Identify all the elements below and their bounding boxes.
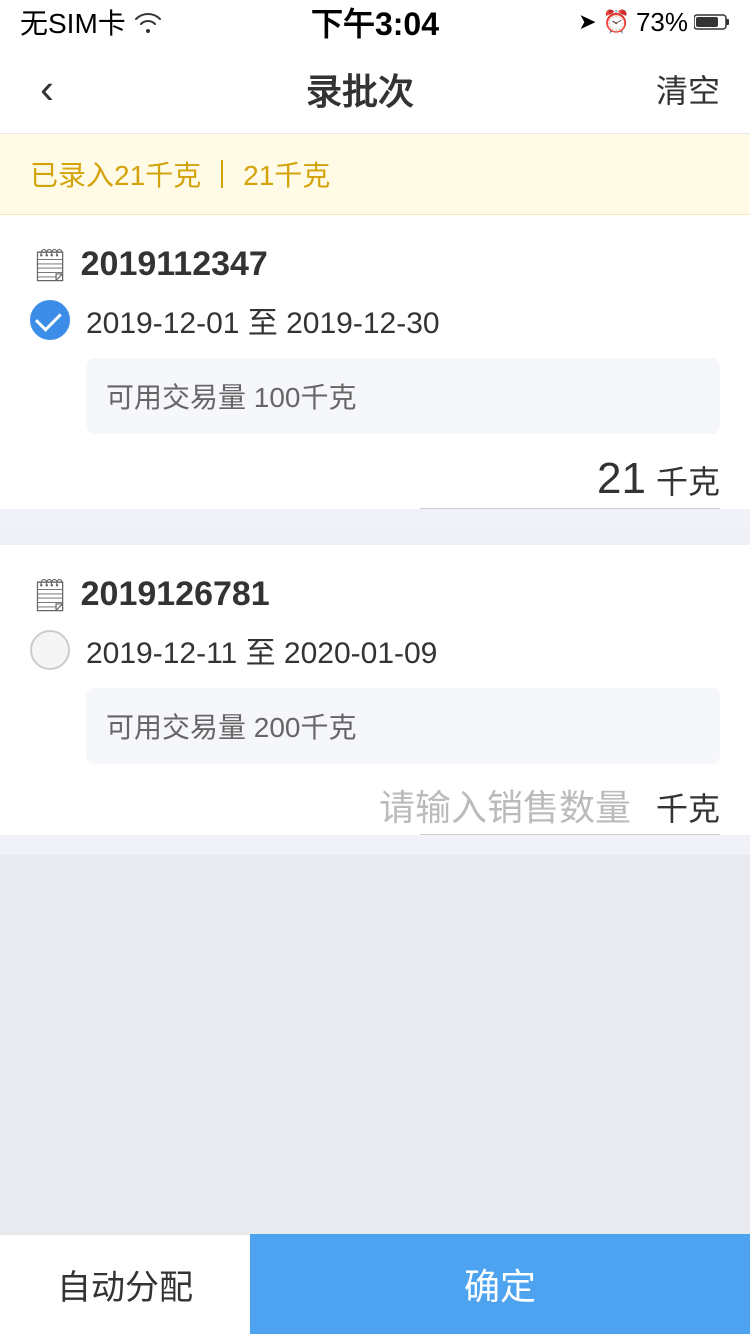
status-right: ➤ ⏰ 73%	[578, 7, 730, 38]
batch-date-1: 2019-12-01 至 2019-12-30	[86, 298, 440, 342]
gray-area	[0, 855, 750, 1255]
carrier-text: 无SIM卡	[20, 2, 126, 42]
input-unit-2: 千克	[656, 784, 720, 830]
batch-doc-icon-2: 🗒	[30, 576, 71, 614]
batch-id-1: 2019112347	[81, 245, 268, 284]
status-left: 无SIM卡	[20, 2, 162, 42]
location-icon: ➤	[578, 9, 596, 35]
recorded-value: 21千克	[243, 154, 330, 194]
bottom-bar: 自动分配 确定	[0, 1234, 750, 1334]
input-row-2: 千克	[30, 764, 720, 830]
batch-radio-1[interactable]	[30, 300, 70, 340]
batch-quantity-value-1: 21	[597, 454, 646, 504]
nav-bar: ‹ 录批次 清空	[0, 44, 750, 134]
page-title: 录批次	[306, 63, 414, 115]
batch-available-1: 可用交易量 100千克	[86, 358, 720, 434]
quantity-underline-1	[420, 508, 720, 509]
batch-header-2: 🗒 2019126781	[30, 575, 720, 614]
batch-row-1[interactable]: 2019-12-01 至 2019-12-30	[30, 298, 720, 342]
batch-doc-icon: 🗒	[30, 246, 71, 284]
banner-divider	[221, 160, 223, 188]
batch-id-2: 2019126781	[81, 575, 270, 614]
quantity-input-2[interactable]	[30, 787, 646, 829]
batch-header-1: 🗒 2019112347	[30, 245, 720, 284]
batch-date-2: 2019-12-11 至 2020-01-09	[86, 628, 437, 672]
back-button[interactable]: ‹	[30, 55, 64, 123]
battery-text: 73%	[636, 7, 688, 38]
info-banner: 已录入21千克 21千克	[0, 134, 750, 215]
quantity-underline-2	[420, 834, 720, 835]
status-time: 下午3:04	[311, 0, 439, 45]
section-divider-1	[0, 529, 750, 545]
alarm-icon: ⏰	[603, 9, 630, 35]
status-bar: 无SIM卡 下午3:04 ➤ ⏰ 73%	[0, 0, 750, 44]
recorded-label: 已录入21千克	[30, 154, 201, 194]
wifi-icon	[134, 11, 162, 33]
batch-card-1: 🗒 2019112347 2019-12-01 至 2019-12-30 可用交…	[0, 215, 750, 509]
clear-button[interactable]: 清空	[656, 66, 720, 112]
battery-icon	[694, 13, 730, 31]
batch-quantity-row-1: 21 千克	[30, 434, 720, 504]
batch-row-2[interactable]: 2019-12-11 至 2020-01-09	[30, 628, 720, 672]
confirm-button[interactable]: 确定	[250, 1234, 750, 1334]
batch-available-2: 可用交易量 200千克	[86, 688, 720, 764]
batch-radio-2[interactable]	[30, 630, 70, 670]
auto-distribute-button[interactable]: 自动分配	[0, 1234, 250, 1334]
batch-quantity-unit-1: 千克	[656, 457, 720, 503]
batch-card-2: 🗒 2019126781 2019-12-11 至 2020-01-09 可用交…	[0, 545, 750, 835]
